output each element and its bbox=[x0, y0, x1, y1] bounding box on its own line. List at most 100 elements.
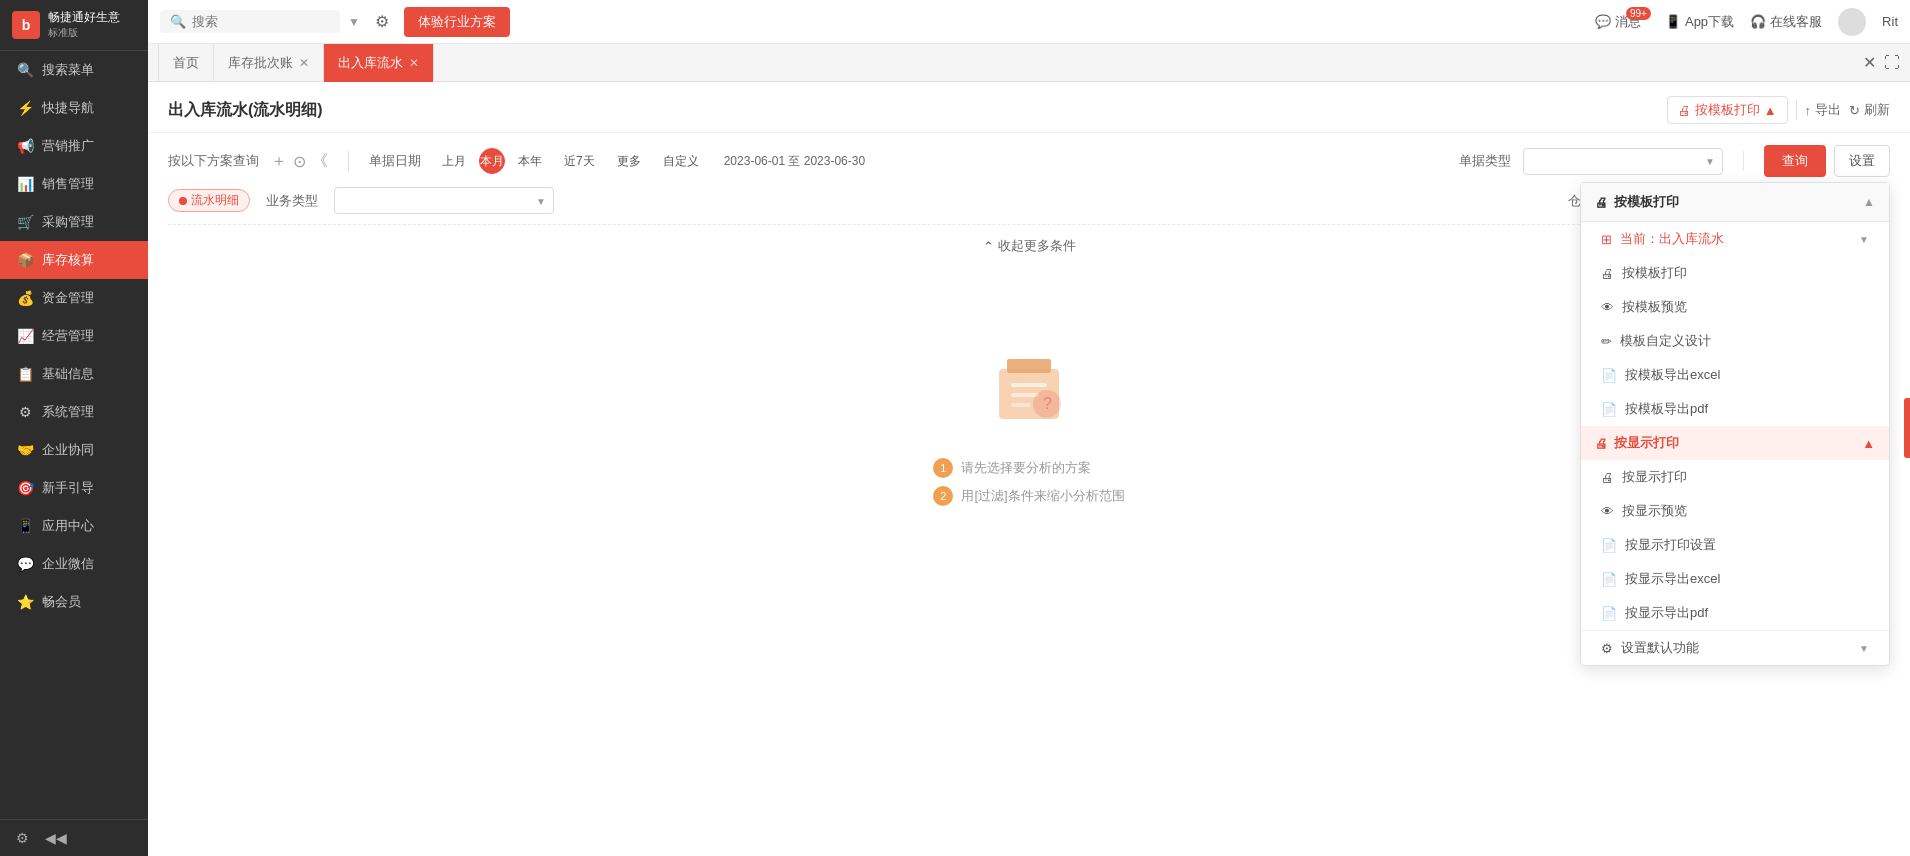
sidebar-item-purchase[interactable]: 🛒采购管理 bbox=[0, 203, 148, 241]
page-header: 出入库流水(流水明细) 🖨 按模板打印 ▲ ↑ 导出 ↻ 刷新 bbox=[148, 82, 1910, 133]
date-btn-this-month[interactable]: 本月 bbox=[479, 148, 505, 174]
date-btn-this-year[interactable]: 本年 bbox=[509, 150, 551, 173]
date-btn-more[interactable]: 更多 bbox=[608, 150, 650, 173]
app-download-btn[interactable]: 📱 App下载 bbox=[1665, 13, 1734, 31]
dropdown-item-default-settings[interactable]: ⚙ 设置默认功能 ▼ bbox=[1581, 630, 1889, 665]
tab-flow-label: 出入库流水 bbox=[338, 54, 403, 72]
dropdown-item-display-print[interactable]: 🖨 按显示打印 bbox=[1581, 460, 1889, 494]
basic-icon: 📋 bbox=[16, 365, 34, 383]
dropdown-item-display-preview[interactable]: 👁 按显示预览 bbox=[1581, 494, 1889, 528]
sidebar-item-quick-nav[interactable]: ⚡快捷导航 bbox=[0, 89, 148, 127]
doc-type-field: ▼ bbox=[1523, 148, 1723, 175]
dropdown-item-display-print-settings[interactable]: 📄 按显示打印设置 bbox=[1581, 528, 1889, 562]
app-logo-icon: b bbox=[12, 11, 40, 39]
topbar: 🔍 ▼ ⚙ 体验行业方案 💬 消息 99+ 📱 App下载 🎧 在 bbox=[148, 0, 1910, 44]
settings-filter-icon[interactable]: ⊙ bbox=[293, 152, 306, 171]
step1-num: 1 bbox=[933, 458, 953, 478]
print-dropdown-btn[interactable]: 🖨 按模板打印 ▲ bbox=[1667, 96, 1788, 124]
expand-tab-icon[interactable]: ⛶ bbox=[1884, 54, 1900, 72]
display-print-label: 按显示打印 bbox=[1622, 468, 1687, 486]
sidebar-item-cooperation[interactable]: 🤝企业协同 bbox=[0, 431, 148, 469]
sidebar-item-system[interactable]: ⚙系统管理 bbox=[0, 393, 148, 431]
date-btn-last-month[interactable]: 上月 bbox=[433, 150, 475, 173]
industry-btn[interactable]: 体验行业方案 bbox=[404, 7, 510, 37]
sidebar-item-operation[interactable]: 📈经营管理 bbox=[0, 317, 148, 355]
refresh-btn[interactable]: ↻ 刷新 bbox=[1849, 101, 1890, 119]
step2-num: 2 bbox=[933, 486, 953, 506]
query-btn[interactable]: 查询 bbox=[1764, 145, 1826, 177]
sidebar-item-label-guide: 新手引导 bbox=[42, 479, 94, 497]
business-type-select[interactable] bbox=[334, 187, 554, 214]
date-btn-custom[interactable]: 自定义 bbox=[654, 150, 708, 173]
sidebar-item-label-app-center: 应用中心 bbox=[42, 517, 94, 535]
collapse-filter-icon[interactable]: 《 bbox=[312, 151, 328, 172]
settings-icon[interactable]: ⚙ bbox=[16, 830, 29, 846]
dropdown-close-icon[interactable]: ▲ bbox=[1863, 195, 1875, 209]
brand-sub: 标准版 bbox=[48, 26, 120, 40]
sidebar-item-membership[interactable]: ⭐畅会员 bbox=[0, 583, 148, 621]
username-label[interactable]: Rit bbox=[1882, 14, 1898, 29]
tab-flow-close[interactable]: ✕ bbox=[409, 56, 419, 70]
tab-batch[interactable]: 库存批次账 ✕ bbox=[214, 44, 324, 82]
close-all-tabs-icon[interactable]: ✕ bbox=[1863, 53, 1876, 72]
add-filter-icon[interactable]: ＋ bbox=[271, 151, 287, 172]
export-btn[interactable]: ↑ 导出 bbox=[1805, 101, 1842, 119]
dropdown-item-template-preview[interactable]: 👁 按模板预览 bbox=[1581, 290, 1889, 324]
collapse-icon[interactable]: ◀◀ bbox=[45, 830, 67, 846]
sidebar-item-finance[interactable]: 💰资金管理 bbox=[0, 279, 148, 317]
sidebar-item-guide[interactable]: 🎯新手引导 bbox=[0, 469, 148, 507]
sidebar-item-basic[interactable]: 📋基础信息 bbox=[0, 355, 148, 393]
search-chevron-icon[interactable]: ▼ bbox=[348, 15, 360, 29]
template-pdf-icon: 📄 bbox=[1601, 402, 1617, 417]
dropdown-item-display-pdf[interactable]: 📄 按显示导出pdf bbox=[1581, 596, 1889, 630]
sidebar-logo: b 畅捷通好生意 标准版 bbox=[0, 0, 148, 51]
default-settings-chevron: ▼ bbox=[1859, 643, 1869, 654]
dropdown-item-template-pdf[interactable]: 📄 按模板导出pdf bbox=[1581, 392, 1889, 426]
topbar-search-box[interactable]: 🔍 bbox=[160, 10, 340, 33]
tab-home[interactable]: 首页 bbox=[158, 44, 214, 82]
business-type-field: ▼ bbox=[334, 187, 554, 214]
dropdown-item-template-excel[interactable]: 📄 按模板导出excel bbox=[1581, 358, 1889, 392]
template-custom-label: 模板自定义设计 bbox=[1620, 332, 1711, 350]
sidebar-item-inventory[interactable]: 📦库存核算 bbox=[0, 241, 148, 279]
template-excel-label: 按模板导出excel bbox=[1625, 366, 1720, 384]
dropdown-current[interactable]: ⊞ 当前：出入库流水 ▼ bbox=[1581, 222, 1889, 256]
empty-step-1: 1 请先选择要分析的方案 bbox=[933, 458, 1124, 478]
tab-batch-close[interactable]: ✕ bbox=[299, 56, 309, 70]
chip-dot bbox=[179, 197, 187, 205]
sidebar-item-label-sales: 销售管理 bbox=[42, 175, 94, 193]
date-range-text: 2023-06-01 至 2023-06-30 bbox=[724, 153, 865, 170]
display-excel-label: 按显示导出excel bbox=[1625, 570, 1720, 588]
gear-icon[interactable]: ⚙ bbox=[368, 8, 396, 36]
right-edge-bar bbox=[1904, 398, 1910, 458]
tab-flow[interactable]: 出入库流水 ✕ bbox=[324, 44, 434, 82]
business-type-label: 业务类型 bbox=[266, 192, 318, 210]
purchase-icon: 🛒 bbox=[16, 213, 34, 231]
settings-btn[interactable]: 设置 bbox=[1834, 145, 1890, 177]
collapse-label: 收起更多条件 bbox=[998, 237, 1076, 255]
sidebar-item-search[interactable]: 🔍搜索菜单 bbox=[0, 51, 148, 89]
print-chevron-icon: ▲ bbox=[1764, 103, 1777, 118]
sidebar-item-marketing[interactable]: 📢营销推广 bbox=[0, 127, 148, 165]
sidebar-item-label-finance: 资金管理 bbox=[42, 289, 94, 307]
tab-home-label: 首页 bbox=[173, 54, 199, 72]
avatar[interactable] bbox=[1838, 8, 1866, 36]
dropdown-item-template-custom[interactable]: ✏ 模板自定义设计 bbox=[1581, 324, 1889, 358]
empty-step-2: 2 用[过滤]条件来缩小分析范围 bbox=[933, 486, 1124, 506]
search-input[interactable] bbox=[192, 14, 312, 29]
date-btn-7days[interactable]: 近7天 bbox=[555, 150, 604, 173]
display-pdf-label: 按显示导出pdf bbox=[1625, 604, 1708, 622]
sidebar-item-sales[interactable]: 📊销售管理 bbox=[0, 165, 148, 203]
dropdown-item-template-print[interactable]: 🖨 按模板打印 bbox=[1581, 256, 1889, 290]
online-service-btn[interactable]: 🎧 在线客服 bbox=[1750, 13, 1822, 31]
operation-icon: 📈 bbox=[16, 327, 34, 345]
sidebar-item-app-center[interactable]: 📱应用中心 bbox=[0, 507, 148, 545]
messages-btn[interactable]: 💬 消息 99+ bbox=[1595, 13, 1641, 31]
display-section-header[interactable]: 🖨 按显示打印 ▲ bbox=[1581, 426, 1889, 460]
marketing-icon: 📢 bbox=[16, 137, 34, 155]
sidebar-item-wecom[interactable]: 💬企业微信 bbox=[0, 545, 148, 583]
doc-type-select[interactable] bbox=[1523, 148, 1723, 175]
display-preview-label: 按显示预览 bbox=[1622, 502, 1687, 520]
app-download-icon: 📱 bbox=[1665, 14, 1681, 29]
dropdown-item-display-excel[interactable]: 📄 按显示导出excel bbox=[1581, 562, 1889, 596]
